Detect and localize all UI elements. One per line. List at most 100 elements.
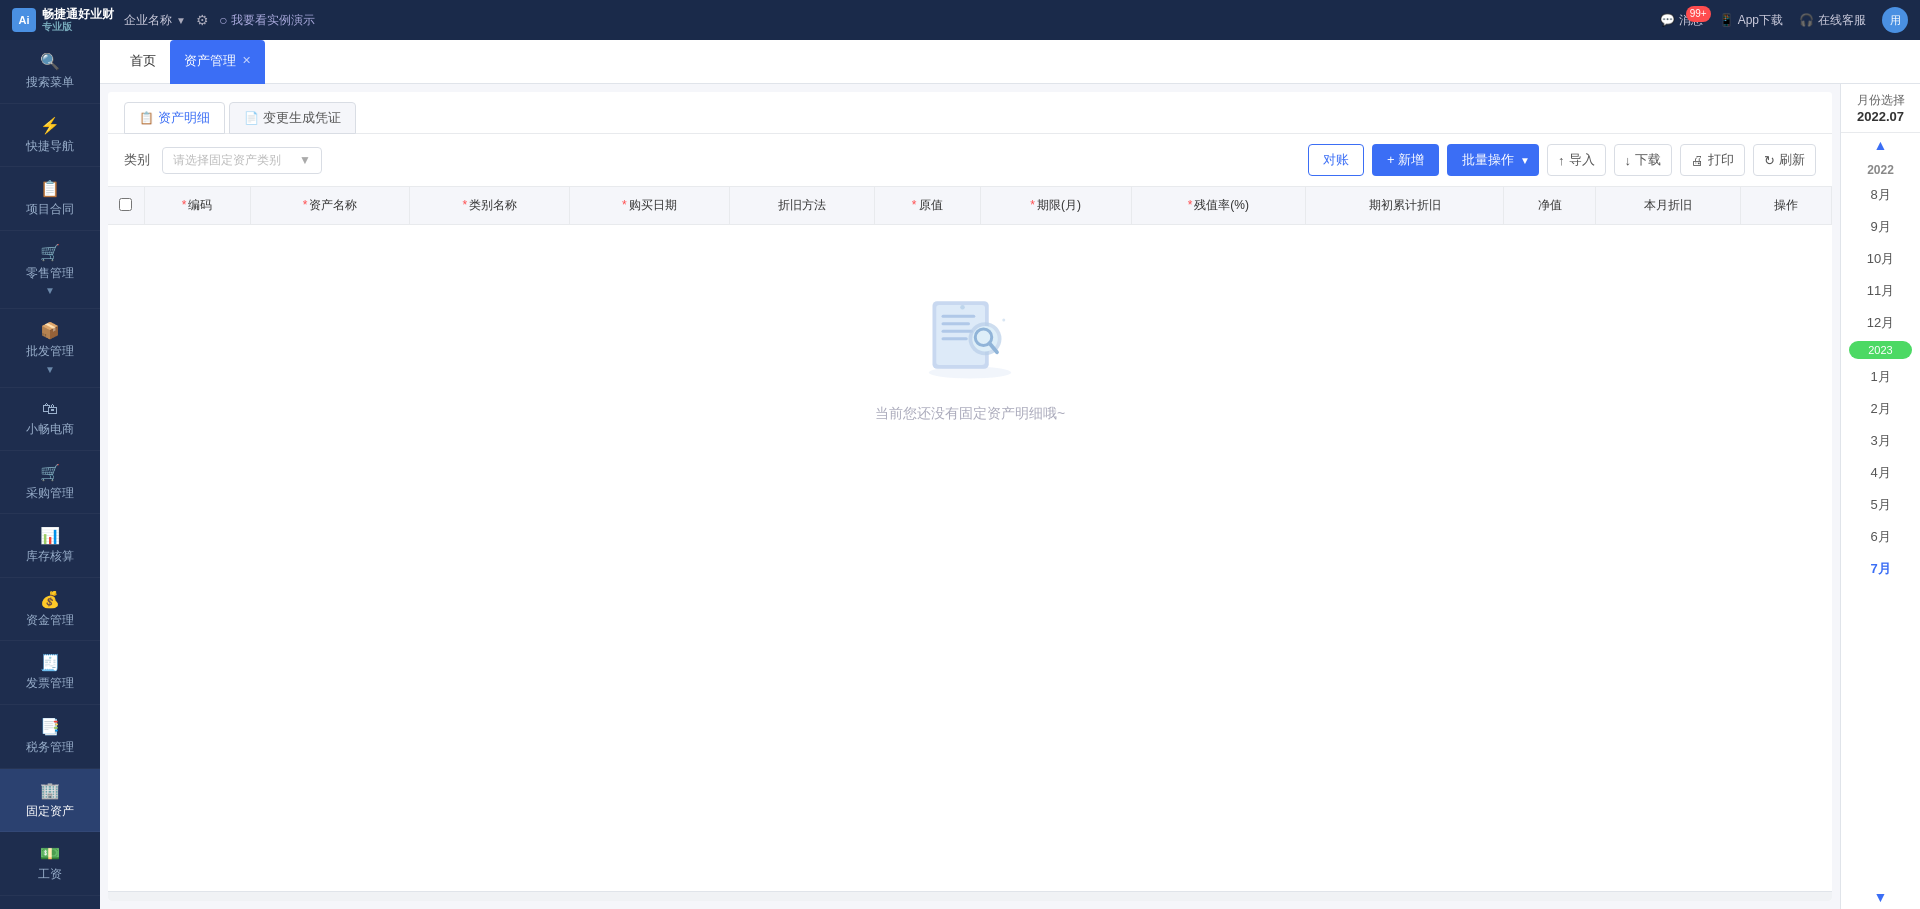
print-icon: 🖨 [1691,153,1704,168]
th-net-value: 净值 [1504,187,1595,225]
svg-point-12 [1002,319,1005,322]
sidebar-item-ecommerce[interactable]: 🛍 小畅电商 [0,388,100,451]
th-name: *资产名称 [250,187,410,225]
print-button[interactable]: 🖨 打印 [1680,144,1745,176]
month-item-2022-8[interactable]: 8月 [1841,179,1920,211]
message-action[interactable]: 💬 消息 99+ [1660,12,1703,29]
sidebar-item-finance[interactable]: 💰 资金管理 [0,578,100,642]
sidebar-item-retail[interactable]: 🛒 零售管理 ▼ [0,231,100,310]
retail-arrow-icon: ▼ [45,285,55,296]
th-monthly: 本月折旧 [1595,187,1740,225]
month-item-2023-3[interactable]: 3月 [1841,425,1920,457]
add-button[interactable]: + 新增 [1372,144,1439,176]
month-scroll-up-button[interactable]: ▲ [1841,133,1920,157]
tab-home[interactable]: 首页 [116,40,170,84]
sidebar-item-inventory[interactable]: 📊 库存核算 [0,514,100,578]
th-residual-rate: *残值率(%) [1131,187,1306,225]
th-original-value: *原值 [874,187,980,225]
month-item-2022-11[interactable]: 11月 [1841,275,1920,307]
download-button[interactable]: ↓ 下载 [1614,144,1673,176]
sidebar-item-search[interactable]: 🔍 搜索菜单 [0,40,100,104]
avatar[interactable]: 用 [1882,7,1908,33]
empty-state: 当前您还没有固定资产明细哦~ [108,225,1832,483]
gear-icon[interactable]: ⚙ [196,12,209,28]
sidebar-label-tax: 税务管理 [26,740,74,756]
headset-icon: 🎧 [1799,13,1814,27]
fixedasset-icon: 🏢 [40,781,60,800]
ecommerce-icon: 🛍 [42,400,58,418]
inventory-icon: 📊 [40,526,60,545]
select-all-checkbox[interactable] [119,198,132,211]
sub-tabs: 📋 资产明细 📄 变更生成凭证 [108,92,1832,134]
batch-button[interactable]: 批量操作 ▼ [1447,144,1539,176]
tab-asset[interactable]: 资产管理 ✕ [170,40,265,84]
purchase-icon: 🛒 [40,463,60,482]
sidebar-label-project: 项目合同 [26,202,74,218]
month-item-2023-4[interactable]: 4月 [1841,457,1920,489]
content-area: 首页 资产管理 ✕ 📋 资产明细 📄 变更生成凭证 [100,40,1920,909]
retail-icon: 🛒 [40,243,60,262]
month-item-2022-10[interactable]: 10月 [1841,243,1920,275]
sidebar-item-quicknav[interactable]: ⚡ 快捷导航 [0,104,100,168]
brand: Ai 畅捷通好业财 专业版 [12,7,114,33]
month-panel-title: 月份选择 2022.07 [1841,84,1920,133]
refresh-button[interactable]: ↻ 刷新 [1753,144,1816,176]
sub-tab-voucher[interactable]: 📄 变更生成凭证 [229,102,356,134]
th-code: *编码 [144,187,250,225]
category-filter[interactable]: 请选择固定资产类别 ▼ [162,147,322,174]
search-icon: 🔍 [40,52,60,71]
sidebar-item-invoice[interactable]: 🧾 发票管理 [0,641,100,705]
sidebar-label-ecommerce: 小畅电商 [26,422,74,438]
month-item-2023-5[interactable]: 5月 [1841,489,1920,521]
company-name: 企业名称 [124,12,172,29]
bottom-scrollbar[interactable] [108,891,1832,901]
sidebar-item-purchase[interactable]: 🛒 采购管理 [0,451,100,515]
table-container: *编码 *资产名称 *类别名称 *购买日期 折旧方法 *原值 *期限(月) *残… [108,187,1832,891]
app-download-action[interactable]: 📱 App下载 [1719,12,1783,29]
tax-icon: 📑 [40,717,60,736]
month-item-2023-6[interactable]: 6月 [1841,521,1920,553]
sidebar-item-tax[interactable]: 📑 税务管理 [0,705,100,769]
th-checkbox [108,187,144,225]
tab-close-icon[interactable]: ✕ [242,54,251,67]
month-item-2023-2[interactable]: 2月 [1841,393,1920,425]
wholesale-icon: 📦 [40,321,60,340]
top-bar: Ai 畅捷通好业财 专业版 企业名称 ▼ ⚙ ○ 我要看实例演示 💬 消息 99… [0,0,1920,40]
month-item-2022-9[interactable]: 9月 [1841,211,1920,243]
empty-illustration [910,285,1030,385]
month-scroll-down-button[interactable]: ▼ [1841,885,1920,909]
voucher-tab-label: 变更生成凭证 [263,109,341,127]
customer-service-action[interactable]: 🎧 在线客服 [1799,12,1866,29]
company-selector[interactable]: 企业名称 ▼ [124,12,186,29]
reconcile-button[interactable]: 对账 [1308,144,1364,176]
sidebar-label-quicknav: 快捷导航 [26,139,74,155]
import-button[interactable]: ↑ 导入 [1547,144,1606,176]
year-2023-badge: 2023 [1849,341,1912,359]
filter-placeholder: 请选择固定资产类别 [173,152,281,169]
month-item-2022-12[interactable]: 12月 [1841,307,1920,339]
month-item-2023-7[interactable]: 7月 [1841,553,1920,585]
th-category: *类别名称 [410,187,570,225]
svg-rect-6 [942,337,968,340]
sidebar-label-finance: 资金管理 [26,613,74,629]
sub-tab-detail[interactable]: 📋 资产明细 [124,102,225,134]
quicknav-icon: ⚡ [40,116,60,135]
svg-rect-3 [942,315,976,318]
sidebar-label-fixedasset: 固定资产 [26,804,74,820]
sidebar-item-fixedasset[interactable]: 🏢 固定资产 [0,769,100,833]
tabs-bar: 首页 资产管理 ✕ [100,40,1920,84]
sidebar-item-ops[interactable]: 📈 经营管理 [0,896,100,909]
batch-chevron-icon: ▼ [1520,155,1530,166]
message-badge: 99+ [1686,6,1711,22]
sidebar-item-wholesale[interactable]: 📦 批发管理 ▼ [0,309,100,388]
sidebar-item-project[interactable]: 📋 项目合同 [0,167,100,231]
page-content: 📋 资产明细 📄 变更生成凭证 类别 请选择固定资产类别 ▼ [100,84,1920,909]
message-icon: 💬 [1660,13,1675,27]
th-purchase-date: *购买日期 [570,187,730,225]
asset-table: *编码 *资产名称 *类别名称 *购买日期 折旧方法 *原值 *期限(月) *残… [108,187,1832,225]
project-icon: 📋 [40,179,60,198]
month-item-2023-1[interactable]: 1月 [1841,361,1920,393]
detail-tab-icon: 📋 [139,111,154,125]
sidebar-item-payroll[interactable]: 💵 工资 [0,832,100,896]
demo-link[interactable]: ○ 我要看实例演示 [219,12,315,29]
